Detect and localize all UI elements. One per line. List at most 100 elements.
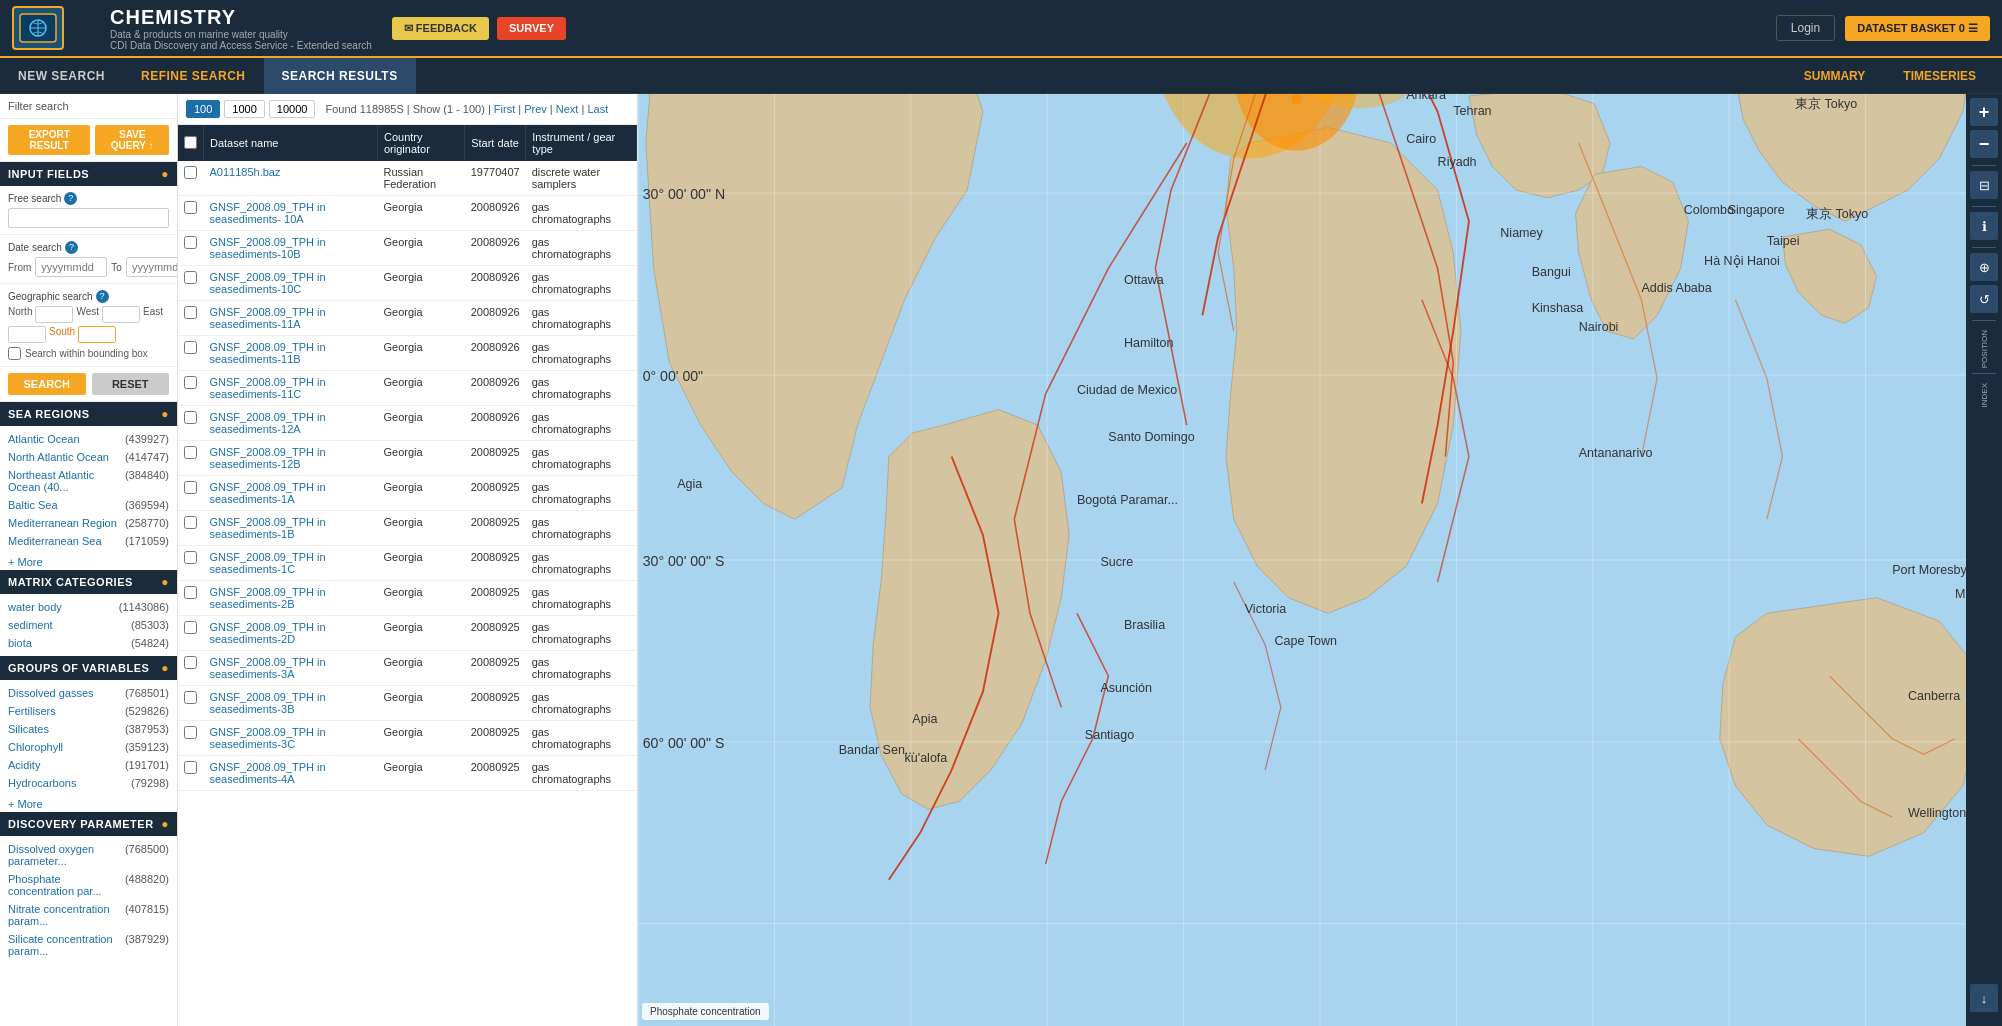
row-checkbox[interactable] xyxy=(184,411,197,424)
filter-button[interactable]: ⊟ xyxy=(1970,171,1998,199)
select-all-checkbox[interactable] xyxy=(184,136,197,149)
row-checkbox[interactable] xyxy=(184,201,197,214)
free-search-info-icon[interactable]: ? xyxy=(64,192,77,205)
zoom-out-button[interactable]: − xyxy=(1970,130,1998,158)
free-search-input[interactable] xyxy=(8,208,169,228)
dataset-link[interactable]: GNSF_2008.09_TPH in seasediments-2D xyxy=(210,621,326,645)
list-item[interactable]: Mediterranean Region(258770) xyxy=(0,514,177,532)
tab-summary[interactable]: SUMMARY xyxy=(1788,58,1882,94)
row-checkbox[interactable] xyxy=(184,656,197,669)
sea-regions-more[interactable]: + More xyxy=(0,554,177,570)
list-item[interactable]: Dissolved oxygen parameter...(768500) xyxy=(0,840,177,870)
dataset-link[interactable]: GNSF_2008.09_TPH in seasediments-1B xyxy=(210,516,326,540)
list-item[interactable]: Fertilisers(529826) xyxy=(0,702,177,720)
download-button[interactable]: ↓ xyxy=(1970,984,1998,1012)
date-from-input[interactable] xyxy=(35,257,107,277)
results-next-link[interactable]: Next xyxy=(556,103,579,115)
geo-east-input[interactable] xyxy=(8,326,46,343)
tab-new-search[interactable]: NEW SEARCH xyxy=(0,58,123,94)
discovery-parameter-info-icon[interactable]: ● xyxy=(161,817,169,831)
list-item[interactable]: Atlantic Ocean(439927) xyxy=(0,430,177,448)
dataset-link[interactable]: GNSF_2008.09_TPH in seasediments-11A xyxy=(210,306,326,330)
geo-south-input[interactable] xyxy=(78,326,116,343)
dataset-link[interactable]: GNSF_2008.09_TPH in seasediments-12A xyxy=(210,411,326,435)
tab-search-results[interactable]: SEARCH RESULTS xyxy=(264,58,416,94)
dataset-link[interactable]: GNSF_2008.09_TPH in seasediments-12B xyxy=(210,446,326,470)
save-query-button[interactable]: SAVE QUERY ↑ xyxy=(95,125,169,155)
export-result-button[interactable]: EXPORT RESULT xyxy=(8,125,90,155)
row-checkbox[interactable] xyxy=(184,551,197,564)
row-checkbox[interactable] xyxy=(184,761,197,774)
list-item[interactable]: Silicate concentration param...(387929) xyxy=(0,930,177,960)
row-checkbox[interactable] xyxy=(184,236,197,249)
geo-search-info-icon[interactable]: ? xyxy=(96,290,109,303)
groups-of-variables-info-icon[interactable]: ● xyxy=(161,661,169,675)
row-checkbox[interactable] xyxy=(184,516,197,529)
tab-timeseries[interactable]: TIMESERIES xyxy=(1887,58,1992,94)
dataset-link[interactable]: GNSF_2008.09_TPH in seasediments- 10A xyxy=(210,201,326,225)
list-item[interactable]: Hydrocarbons(79298) xyxy=(0,774,177,792)
feedback-button[interactable]: ✉ FEEDBACK xyxy=(392,17,489,40)
results-prev-link[interactable]: Prev xyxy=(524,103,547,115)
refresh-button[interactable]: ↺ xyxy=(1970,285,1998,313)
survey-button[interactable]: SURVEY xyxy=(497,17,566,40)
geo-north-input[interactable] xyxy=(35,306,73,323)
dataset-link[interactable]: GNSF_2008.09_TPH in seasediments-3C xyxy=(210,726,326,750)
page-1000-button[interactable]: 1000 xyxy=(224,100,264,118)
unknown-button-1[interactable]: ⊕ xyxy=(1970,253,1998,281)
tab-refine-search[interactable]: REFINE SEARCH xyxy=(123,58,264,94)
row-checkbox[interactable] xyxy=(184,446,197,459)
page-100-button[interactable]: 100 xyxy=(186,100,220,118)
row-checkbox[interactable] xyxy=(184,271,197,284)
row-checkbox[interactable] xyxy=(184,166,197,179)
search-button[interactable]: SEARCH xyxy=(8,373,86,395)
list-item[interactable]: Silicates(387953) xyxy=(0,720,177,738)
row-checkbox[interactable] xyxy=(184,341,197,354)
dataset-link[interactable]: GNSF_2008.09_TPH in seasediments-4A xyxy=(210,761,326,785)
groups-more[interactable]: + More xyxy=(0,796,177,812)
matrix-categories-info-icon[interactable]: ● xyxy=(161,575,169,589)
row-checkbox[interactable] xyxy=(184,376,197,389)
dataset-link[interactable]: GNSF_2008.09_TPH in seasediments-1C xyxy=(210,551,326,575)
row-checkbox[interactable] xyxy=(184,726,197,739)
dataset-link[interactable]: GNSF_2008.09_TPH in seasediments-3B xyxy=(210,691,326,715)
map-background[interactable]: 60° 00' 00" N 30° 00' 00" N 0° 00' 00" 3… xyxy=(638,94,2002,1026)
row-checkbox[interactable] xyxy=(184,481,197,494)
date-search-info-icon[interactable]: ? xyxy=(65,241,78,254)
geo-west-input[interactable] xyxy=(102,306,140,323)
row-checkbox[interactable] xyxy=(184,621,197,634)
list-item[interactable]: Northeast Atlantic Ocean (40...(384840) xyxy=(0,466,177,496)
list-item[interactable]: North Atlantic Ocean(414747) xyxy=(0,448,177,466)
dataset-link[interactable]: A011185h.baz xyxy=(210,166,281,178)
list-item[interactable]: Mediterranean Sea(171059) xyxy=(0,532,177,550)
date-to-input[interactable] xyxy=(126,257,178,277)
dataset-link[interactable]: GNSF_2008.09_TPH in seasediments-10C xyxy=(210,271,326,295)
results-last-link[interactable]: Last xyxy=(587,103,608,115)
login-button[interactable]: Login xyxy=(1776,15,1835,41)
info-button[interactable]: ℹ xyxy=(1970,212,1998,240)
reset-button[interactable]: RESET xyxy=(92,373,170,395)
list-item[interactable]: biota(54824) xyxy=(0,634,177,652)
list-item[interactable]: water body(1143086) xyxy=(0,598,177,616)
dataset-link[interactable]: GNSF_2008.09_TPH in seasediments-1A xyxy=(210,481,326,505)
dataset-link[interactable]: GNSF_2008.09_TPH in seasediments-11C xyxy=(210,376,326,400)
dataset-link[interactable]: GNSF_2008.09_TPH in seasediments-2B xyxy=(210,586,326,610)
page-10000-button[interactable]: 10000 xyxy=(269,100,316,118)
list-item[interactable]: Baltic Sea(369594) xyxy=(0,496,177,514)
dataset-basket-button[interactable]: DATASET BASKET 0 ☰ xyxy=(1845,16,1990,41)
zoom-in-button[interactable]: + xyxy=(1970,98,1998,126)
results-first-link[interactable]: First xyxy=(494,103,515,115)
row-checkbox[interactable] xyxy=(184,306,197,319)
row-checkbox[interactable] xyxy=(184,586,197,599)
dataset-link[interactable]: GNSF_2008.09_TPH in seasediments-10B xyxy=(210,236,326,260)
row-checkbox[interactable] xyxy=(184,691,197,704)
list-item[interactable]: Nitrate concentration param...(407815) xyxy=(0,900,177,930)
bounding-box-checkbox[interactable] xyxy=(8,347,21,360)
list-item[interactable]: sediment(85303) xyxy=(0,616,177,634)
list-item[interactable]: Acidity(191701) xyxy=(0,756,177,774)
dataset-link[interactable]: GNSF_2008.09_TPH in seasediments-11B xyxy=(210,341,326,365)
dataset-link[interactable]: GNSF_2008.09_TPH in seasediments-3A xyxy=(210,656,326,680)
list-item[interactable]: Phosphate concentration par...(488820) xyxy=(0,870,177,900)
list-item[interactable]: Dissolved gasses(768501) xyxy=(0,684,177,702)
input-fields-info-icon[interactable]: ● xyxy=(161,167,169,181)
